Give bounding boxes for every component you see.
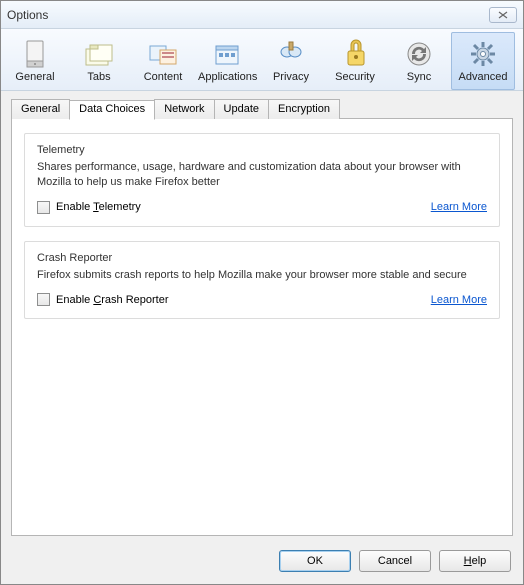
telemetry-desc: Shares performance, usage, hardware and … xyxy=(37,160,487,191)
tab-general[interactable]: General xyxy=(11,99,70,119)
toolbar-item-applications[interactable]: Applications xyxy=(195,32,259,90)
toolbar-label: Sync xyxy=(390,71,448,83)
toolbar-item-content[interactable]: Content xyxy=(131,32,195,90)
content-icon xyxy=(134,37,192,71)
crash-title: Crash Reporter xyxy=(37,252,487,264)
toolbar-label: Content xyxy=(134,71,192,83)
crash-learn-more-link[interactable]: Learn More xyxy=(431,294,487,306)
close-button[interactable] xyxy=(489,7,517,23)
tab-encryption[interactable]: Encryption xyxy=(268,99,340,119)
toolbar-item-tabs[interactable]: Tabs xyxy=(67,32,131,90)
crash-checkbox-label[interactable]: Enable Crash Reporter xyxy=(56,294,169,306)
help-button[interactable]: Help xyxy=(439,550,511,572)
crash-checkbox[interactable] xyxy=(37,293,50,306)
dialog-buttons: OK Cancel Help xyxy=(1,542,523,584)
telemetry-checkbox-label[interactable]: Enable Telemetry xyxy=(56,201,141,213)
sync-icon xyxy=(390,37,448,71)
telemetry-learn-more-link[interactable]: Learn More xyxy=(431,201,487,213)
close-icon xyxy=(498,11,508,19)
crash-group: Crash Reporter Firefox submits crash rep… xyxy=(24,241,500,319)
general-icon xyxy=(6,37,64,71)
content-area: General Data Choices Network Update Encr… xyxy=(1,91,523,542)
toolbar-label: Privacy xyxy=(262,71,320,83)
applications-icon xyxy=(198,37,256,71)
tab-update[interactable]: Update xyxy=(214,99,269,119)
toolbar-item-privacy[interactable]: Privacy xyxy=(259,32,323,90)
tab-network[interactable]: Network xyxy=(154,99,214,119)
toolbar-item-sync[interactable]: Sync xyxy=(387,32,451,90)
cancel-button[interactable]: Cancel xyxy=(359,550,431,572)
ok-button[interactable]: OK xyxy=(279,550,351,572)
subtab-strip: General Data Choices Network Update Encr… xyxy=(11,99,513,119)
toolbar-label: General xyxy=(6,71,64,83)
telemetry-checkbox[interactable] xyxy=(37,201,50,214)
titlebar: Options xyxy=(1,1,523,29)
crash-desc: Firefox submits crash reports to help Mo… xyxy=(37,268,487,283)
advanced-icon xyxy=(454,37,512,71)
tab-data-choices[interactable]: Data Choices xyxy=(69,100,155,120)
telemetry-group: Telemetry Shares performance, usage, har… xyxy=(24,133,500,227)
category-toolbar: General Tabs Content Applications Privac… xyxy=(1,29,523,91)
window-title: Options xyxy=(7,8,48,22)
tabs-icon xyxy=(70,37,128,71)
toolbar-label: Applications xyxy=(198,71,256,83)
security-icon xyxy=(326,37,384,71)
toolbar-item-advanced[interactable]: Advanced xyxy=(451,32,515,90)
subtab-panel: Telemetry Shares performance, usage, har… xyxy=(11,118,513,536)
toolbar-label: Advanced xyxy=(454,71,512,83)
toolbar-label: Security xyxy=(326,71,384,83)
privacy-icon xyxy=(262,37,320,71)
options-window: Options General Tabs Content xyxy=(0,0,524,585)
toolbar-label: Tabs xyxy=(70,71,128,83)
toolbar-item-security[interactable]: Security xyxy=(323,32,387,90)
telemetry-title: Telemetry xyxy=(37,144,487,156)
toolbar-item-general[interactable]: General xyxy=(3,32,67,90)
